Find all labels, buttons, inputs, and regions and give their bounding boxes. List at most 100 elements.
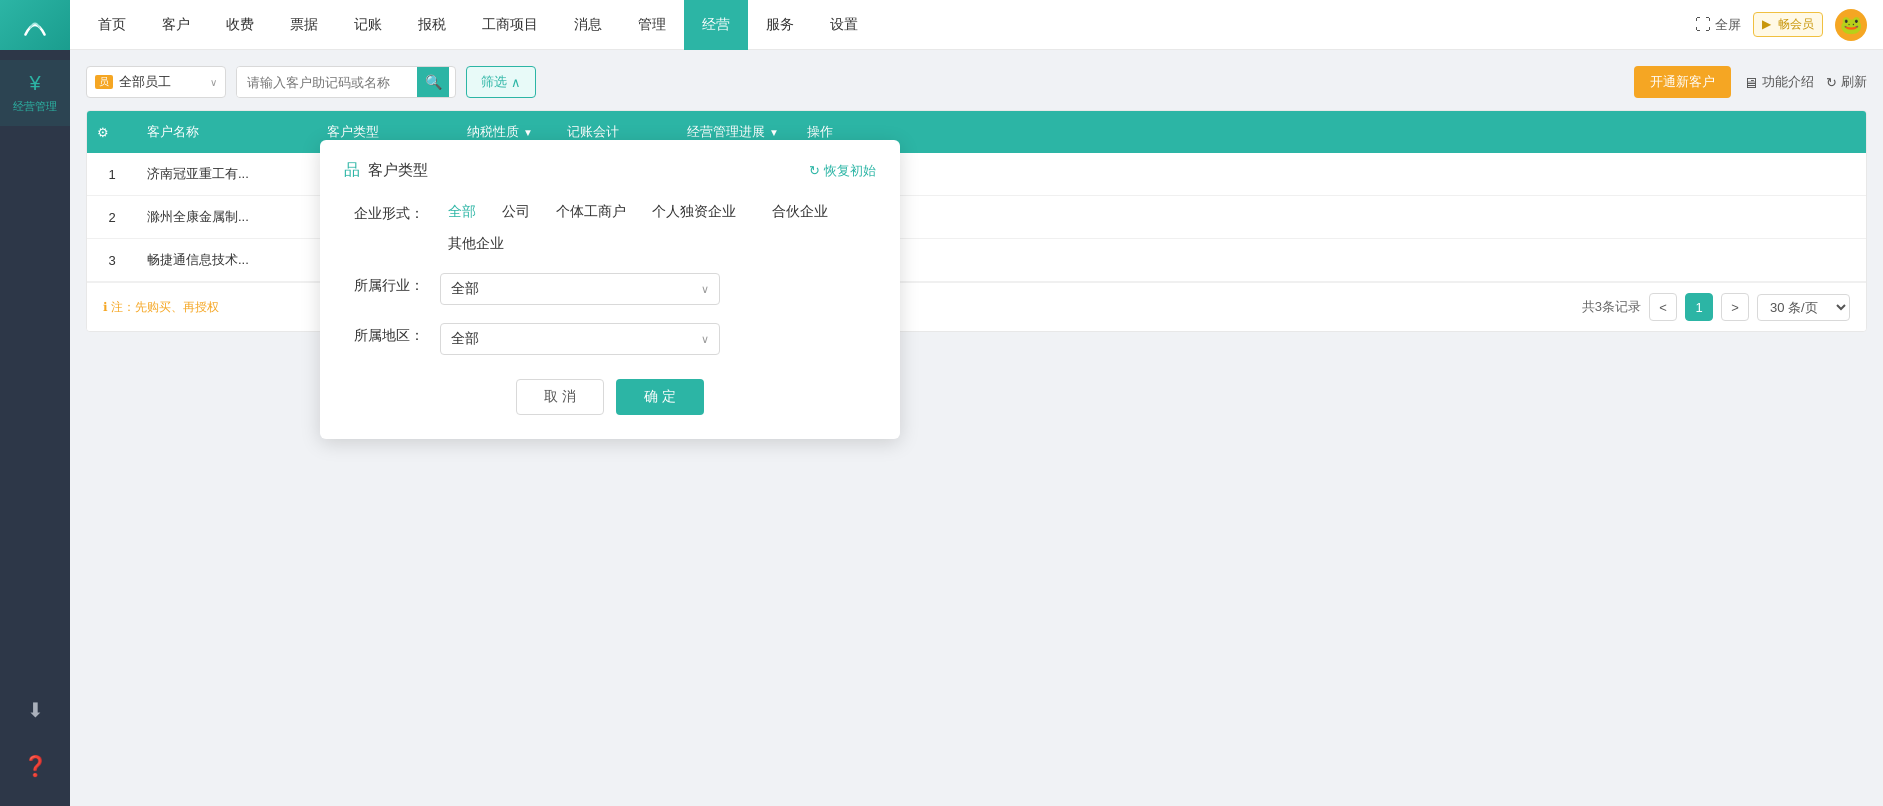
- nav-item-fee[interactable]: 收费: [208, 0, 272, 50]
- operation-mgmt-label: 经营管理: [13, 99, 57, 114]
- page-size-select[interactable]: 30 条/页 50 条/页 100 条/页: [1757, 294, 1850, 321]
- refresh-icon: ↻: [1826, 75, 1837, 90]
- td-index-1: 1: [87, 153, 137, 195]
- enterprise-option-all[interactable]: 全部: [440, 201, 484, 223]
- nav-item-client[interactable]: 客户: [144, 0, 208, 50]
- refresh-button[interactable]: ↻ 刷新: [1826, 73, 1867, 91]
- nav-right: ⛶ 全屏 ▶ 畅会员 🐸: [1695, 9, 1883, 41]
- td-name-1: 济南冠亚重工有...: [137, 153, 317, 195]
- refresh-label: 刷新: [1841, 73, 1867, 91]
- industry-select[interactable]: 全部 ∨: [440, 273, 720, 305]
- td-name-3: 畅捷通信息技术...: [137, 239, 317, 281]
- form-row-industry: 所属行业： 全部 ∨: [344, 273, 876, 305]
- toolbar: 员 全部员工 ∨ 🔍 筛选 ∧ 开通新客户 🖥 功能介绍 ↻ 刷新: [86, 66, 1867, 98]
- employee-dropdown-arrow: ∨: [210, 77, 217, 88]
- note-text: 注：先购买、再授权: [111, 300, 219, 314]
- enterprise-option-individual[interactable]: 个体工商户: [548, 201, 634, 223]
- td-name-2: 滁州全康金属制...: [137, 196, 317, 238]
- prev-page-btn[interactable]: <: [1649, 293, 1677, 321]
- vip-label: 畅会员: [1778, 17, 1814, 31]
- filter-button[interactable]: 筛选 ∧: [466, 66, 536, 98]
- reset-icon: ↻: [809, 163, 820, 178]
- nav-item-business[interactable]: 工商项目: [464, 0, 556, 50]
- industry-content: 全部 ∨: [440, 273, 876, 305]
- region-dropdown-arrow: ∨: [701, 333, 709, 346]
- sidebar-download-btn[interactable]: ⬇: [0, 690, 70, 730]
- search-input[interactable]: [237, 67, 417, 97]
- sidebar-bottom: ⬇ ❓: [0, 690, 70, 806]
- total-records: 共3条记录: [1582, 298, 1641, 316]
- pagination: 共3条记录 < 1 > 30 条/页 50 条/页 100 条/页: [1582, 293, 1850, 321]
- avatar-emoji: 🐸: [1840, 14, 1862, 36]
- note-icon: ℹ: [103, 300, 108, 314]
- row-name-1: 济南冠亚重工有...: [147, 165, 249, 183]
- filter-arrow-icon: ∧: [511, 75, 521, 90]
- func-intro-label: 功能介绍: [1762, 73, 1814, 91]
- th-accountant-label: 记账会计: [567, 123, 619, 141]
- nav-item-operation[interactable]: 经营: [684, 0, 748, 50]
- help-icon: ❓: [23, 754, 48, 778]
- td-index-3: 3: [87, 239, 137, 281]
- enterprise-options: 全部 公司 个体工商户 个人独资企业 合伙企业 其他企业: [440, 201, 876, 255]
- nav-item-message[interactable]: 消息: [556, 0, 620, 50]
- reset-button[interactable]: ↻ 恢复初始: [809, 162, 876, 180]
- search-button[interactable]: 🔍: [417, 66, 449, 98]
- row-name-3: 畅捷通信息技术...: [147, 251, 249, 269]
- vip-btn[interactable]: ▶ 畅会员: [1753, 12, 1823, 37]
- progress-filter-icon[interactable]: ▼: [769, 127, 779, 138]
- quality-filter-icon[interactable]: ▼: [523, 127, 533, 138]
- th-action-label: 操作: [807, 123, 833, 141]
- footer-note: ℹ 注：先购买、再授权: [103, 299, 219, 316]
- func-intro-button[interactable]: 🖥 功能介绍: [1743, 73, 1814, 91]
- operation-mgmt-icon: ¥: [29, 72, 40, 95]
- fullscreen-label: 全屏: [1715, 16, 1741, 34]
- form-row-region: 所属地区： 全部 ∨: [344, 323, 876, 355]
- next-page-btn[interactable]: >: [1721, 293, 1749, 321]
- nav-items: 首页 客户 收费 票据 记账 报税 工商项目 消息 管理 经营 服务 设置: [70, 0, 1695, 50]
- top-nav: 首页 客户 收费 票据 记账 报税 工商项目 消息 管理 经营 服务 设置 ⛶ …: [0, 0, 1883, 50]
- logo-area: [0, 0, 70, 50]
- th-settings[interactable]: ⚙: [87, 111, 137, 153]
- nav-item-service[interactable]: 服务: [748, 0, 812, 50]
- region-select[interactable]: 全部 ∨: [440, 323, 720, 355]
- nav-item-account[interactable]: 记账: [336, 0, 400, 50]
- popup-header: 品 客户类型 ↻ 恢复初始: [344, 160, 876, 181]
- page-1-btn[interactable]: 1: [1685, 293, 1713, 321]
- play-icon: ▶: [1762, 17, 1771, 31]
- sidebar-help-btn[interactable]: ❓: [0, 746, 70, 786]
- cancel-button[interactable]: 取 消: [516, 379, 604, 415]
- nav-item-tax[interactable]: 报税: [400, 0, 464, 50]
- region-content: 全部 ∨: [440, 323, 876, 355]
- confirm-button[interactable]: 确 定: [616, 379, 704, 415]
- avatar[interactable]: 🐸: [1835, 9, 1867, 41]
- popup-title-icon: 品: [344, 160, 360, 181]
- popup-footer: 取 消 确 定: [344, 379, 876, 415]
- form-row-enterprise: 企业形式： 全部 公司 个体工商户 个人独资企业 合伙企业 其他企业: [344, 201, 876, 255]
- employee-select[interactable]: 员 全部员工 ∨: [86, 66, 226, 98]
- popup-title: 品 客户类型: [344, 160, 428, 181]
- logo-icon: [19, 9, 51, 41]
- enterprise-option-partnership[interactable]: 合伙企业: [764, 201, 836, 223]
- region-label: 所属地区：: [344, 323, 424, 345]
- fullscreen-icon: ⛶: [1695, 16, 1711, 34]
- nav-item-settings[interactable]: 设置: [812, 0, 876, 50]
- nav-item-ticket[interactable]: 票据: [272, 0, 336, 50]
- toolbar-right: 开通新客户 🖥 功能介绍 ↻ 刷新: [1634, 66, 1867, 98]
- fullscreen-btn[interactable]: ⛶ 全屏: [1695, 16, 1741, 34]
- row-index-3: 3: [108, 253, 115, 268]
- row-index-1: 1: [108, 167, 115, 182]
- search-box: 🔍: [236, 66, 456, 98]
- settings-icon[interactable]: ⚙: [97, 125, 109, 140]
- th-quality-label: 纳税性质: [467, 123, 519, 141]
- th-name: 客户名称: [137, 111, 317, 153]
- row-name-2: 滁州全康金属制...: [147, 208, 249, 226]
- enterprise-option-other[interactable]: 其他企业: [440, 233, 512, 255]
- nav-item-manage[interactable]: 管理: [620, 0, 684, 50]
- enterprise-option-company[interactable]: 公司: [494, 201, 538, 223]
- sidebar-item-operation-mgmt[interactable]: ¥ 经营管理: [0, 60, 70, 126]
- open-new-customer-button[interactable]: 开通新客户: [1634, 66, 1731, 98]
- enterprise-option-sole[interactable]: 个人独资企业: [644, 201, 744, 223]
- row-index-2: 2: [108, 210, 115, 225]
- region-value: 全部: [451, 330, 479, 348]
- nav-item-home[interactable]: 首页: [80, 0, 144, 50]
